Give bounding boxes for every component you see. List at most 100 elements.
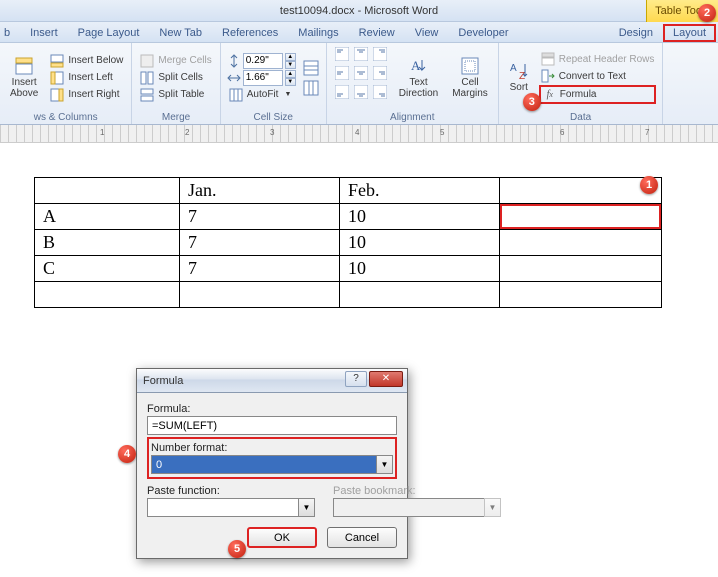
align-top-center[interactable] [352, 45, 370, 63]
align-mid-center[interactable] [352, 64, 370, 82]
table-cell[interactable]: A [35, 204, 180, 230]
ruler-tick-1: 1 [100, 128, 104, 137]
dialog-titlebar[interactable]: Formula ? ✕ [137, 369, 407, 393]
insert-above-button[interactable]: Insert Above [6, 45, 42, 110]
row-height-steppers[interactable]: ▲▼ [285, 53, 296, 69]
tab-view[interactable]: View [405, 24, 449, 42]
paste-function-input[interactable] [147, 498, 298, 517]
paste-bookmark-input [333, 498, 484, 517]
insert-below-icon [50, 54, 64, 68]
align-mid-right[interactable] [371, 64, 389, 82]
autofit-button[interactable]: AutoFit▼ [227, 87, 296, 103]
align-bot-right[interactable] [371, 83, 389, 101]
insert-right-label: Insert Right [68, 89, 119, 100]
horizontal-ruler[interactable]: 1 2 3 4 5 6 7 [0, 125, 718, 143]
table-cell[interactable]: Feb. [340, 178, 500, 204]
insert-right-icon [50, 88, 64, 102]
group-merge-label: Merge [138, 110, 213, 124]
distribute-cols-button[interactable] [302, 79, 320, 97]
row-height-input[interactable] [243, 53, 283, 69]
table-cell[interactable]: 7 [180, 204, 340, 230]
table-cell[interactable] [500, 256, 662, 282]
formula-input[interactable] [147, 416, 397, 435]
table-cell[interactable] [35, 178, 180, 204]
split-table-button[interactable]: Split Table [138, 87, 213, 103]
table-cell[interactable] [500, 178, 662, 204]
svg-text:Z: Z [519, 71, 525, 81]
document-area[interactable]: Jan. Feb. A 7 10 B 7 10 C 7 10 1 [0, 143, 718, 308]
insert-left-button[interactable]: Insert Left [48, 70, 125, 86]
table-cell[interactable]: Jan. [180, 178, 340, 204]
col-width-input[interactable] [243, 70, 283, 86]
tab-developer[interactable]: Developer [448, 24, 518, 42]
col-width-spinner[interactable]: ▲▼ [227, 70, 296, 86]
text-direction-button[interactable]: A Text Direction [395, 45, 442, 110]
tab-page-layout[interactable]: Page Layout [68, 24, 150, 42]
align-bot-left[interactable] [333, 83, 351, 101]
paste-function-combo[interactable]: ▼ [147, 498, 315, 517]
tab-design[interactable]: Design [609, 24, 663, 42]
align-mid-left[interactable] [333, 64, 351, 82]
row-height-spinner[interactable]: ▲▼ [227, 53, 296, 69]
table-cell[interactable] [180, 282, 340, 308]
merge-cells-button[interactable]: Merge Cells [138, 53, 213, 69]
repeat-header-rows-button[interactable]: Repeat Header Rows [539, 51, 657, 67]
dialog-close-button[interactable]: ✕ [369, 371, 403, 387]
table-cell[interactable]: 7 [180, 230, 340, 256]
table-cell[interactable]: 10 [340, 256, 500, 282]
table-cell[interactable]: 10 [340, 230, 500, 256]
col-width-steppers[interactable]: ▲▼ [285, 70, 296, 86]
align-bot-center[interactable] [352, 83, 370, 101]
tab-home-edge[interactable]: b [2, 24, 20, 42]
table-cell[interactable]: 7 [180, 256, 340, 282]
tab-insert[interactable]: Insert [20, 24, 68, 42]
table-row: C 7 10 [35, 256, 662, 282]
distribute-rows-button[interactable] [302, 59, 320, 77]
tab-mailings[interactable]: Mailings [288, 24, 348, 42]
table-cell[interactable] [35, 282, 180, 308]
ok-button[interactable]: OK [247, 527, 317, 548]
paste-function-label: Paste function: [147, 485, 315, 497]
group-cell-size-label: Cell Size [227, 110, 320, 124]
table-cell[interactable] [500, 282, 662, 308]
table-cell[interactable]: 10 [340, 204, 500, 230]
insert-right-button[interactable]: Insert Right [48, 87, 125, 103]
align-top-left[interactable] [333, 45, 351, 63]
split-cells-button[interactable]: Split Cells [138, 70, 213, 86]
alignment-grid[interactable] [333, 45, 389, 110]
merge-cells-icon [140, 54, 154, 68]
table-cell[interactable] [500, 230, 662, 256]
tab-references[interactable]: References [212, 24, 288, 42]
split-cells-label: Split Cells [158, 72, 202, 83]
cell-margins-button[interactable]: Cell Margins [448, 45, 492, 110]
formula-button[interactable]: fxFormula [539, 85, 657, 104]
formula-icon: fx [543, 88, 557, 102]
group-alignment: A Text Direction Cell Margins Alignment [327, 43, 499, 124]
convert-to-text-button[interactable]: Convert to Text [539, 68, 657, 84]
cancel-button[interactable]: Cancel [327, 527, 397, 548]
table-cell[interactable]: B [35, 230, 180, 256]
table-row [35, 282, 662, 308]
number-format-input[interactable] [151, 455, 376, 474]
autofit-icon [229, 88, 243, 102]
window-title: test10094.docx - Microsoft Word [280, 5, 438, 17]
chevron-down-icon[interactable]: ▼ [298, 498, 315, 517]
group-data-label: Data [505, 110, 657, 124]
table-cell-selected[interactable] [500, 204, 662, 230]
callout-badge-4: 4 [118, 445, 136, 463]
tab-layout[interactable]: Layout [663, 24, 716, 42]
tab-new-tab[interactable]: New Tab [149, 24, 212, 42]
table-cell[interactable]: C [35, 256, 180, 282]
insert-below-label: Insert Below [68, 55, 123, 66]
align-top-right[interactable] [371, 45, 389, 63]
insert-below-button[interactable]: Insert Below [48, 53, 125, 69]
number-format-combo[interactable]: ▼ [151, 455, 393, 474]
tab-review[interactable]: Review [349, 24, 405, 42]
col-width-icon [227, 71, 241, 85]
dialog-help-button[interactable]: ? [345, 371, 367, 387]
chevron-down-icon[interactable]: ▼ [376, 455, 393, 474]
formula-label: Formula [560, 89, 597, 100]
ruler-tick-6: 6 [560, 128, 564, 137]
word-table[interactable]: Jan. Feb. A 7 10 B 7 10 C 7 10 [34, 177, 662, 308]
table-cell[interactable] [340, 282, 500, 308]
